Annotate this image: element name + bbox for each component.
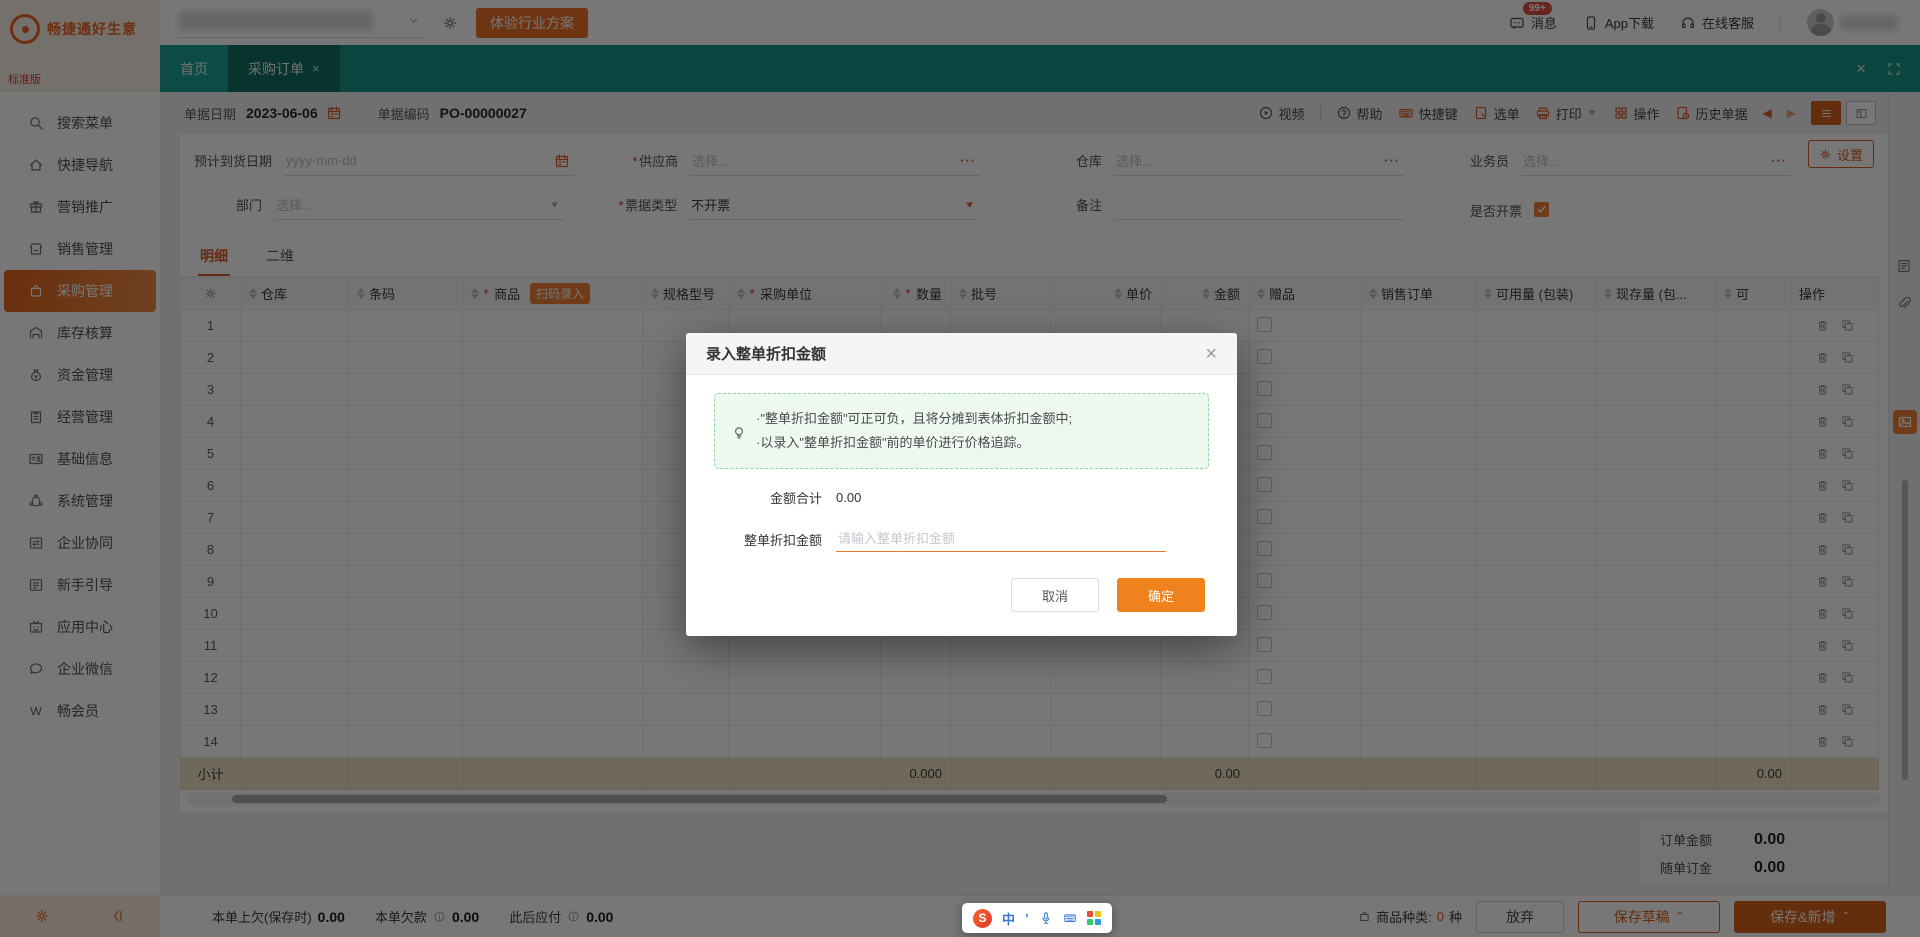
app-screen: 畅捷通好生意 标准版 搜索菜单快捷导航营销推广销售管理采购管理库存核算资金管理经… <box>0 0 1920 937</box>
keyboard-icon[interactable] <box>1063 911 1077 925</box>
sogou-logo-icon[interactable]: S <box>973 908 992 928</box>
modal-close-icon[interactable]: × <box>1205 344 1217 364</box>
confirm-button[interactable]: 确定 <box>1117 578 1205 613</box>
modal-header: 录入整单折扣金额 × <box>686 333 1237 375</box>
tip-line-1: ·"整单折扣金额"可正可负，且将分摊到表体折扣金额中; <box>756 411 1073 426</box>
modal-title: 录入整单折扣金额 <box>706 346 827 363</box>
tip-line-2: ·以录入"整单折扣金额"前的单价进行价格追踪。 <box>756 435 1030 451</box>
discount-modal: 录入整单折扣金额 × ·"整单折扣金额"可正可负，且将分摊到表体折扣金额中; ·… <box>686 333 1237 637</box>
discount-amount-input[interactable] <box>836 526 1166 553</box>
lightbulb-icon <box>731 410 747 455</box>
modal-tip-box: ·"整单折扣金额"可正可负，且将分摊到表体折扣金额中; ·以录入"整单折扣金额"… <box>714 393 1209 470</box>
ime-toolbar: S 中 ’ <box>962 903 1112 933</box>
amount-sum-value: 0.00 <box>836 490 862 506</box>
amount-sum-row: 金额合计 0.00 <box>769 490 862 507</box>
ime-punct-icon[interactable]: ’ <box>1025 911 1029 926</box>
cancel-button[interactable]: 取消 <box>1011 578 1099 613</box>
ime-mode-zh[interactable]: 中 <box>1002 909 1015 928</box>
mic-icon[interactable] <box>1039 911 1053 925</box>
ime-toolbox-icon[interactable] <box>1086 911 1101 925</box>
discount-input-row: 整单折扣金额 <box>714 526 1209 553</box>
